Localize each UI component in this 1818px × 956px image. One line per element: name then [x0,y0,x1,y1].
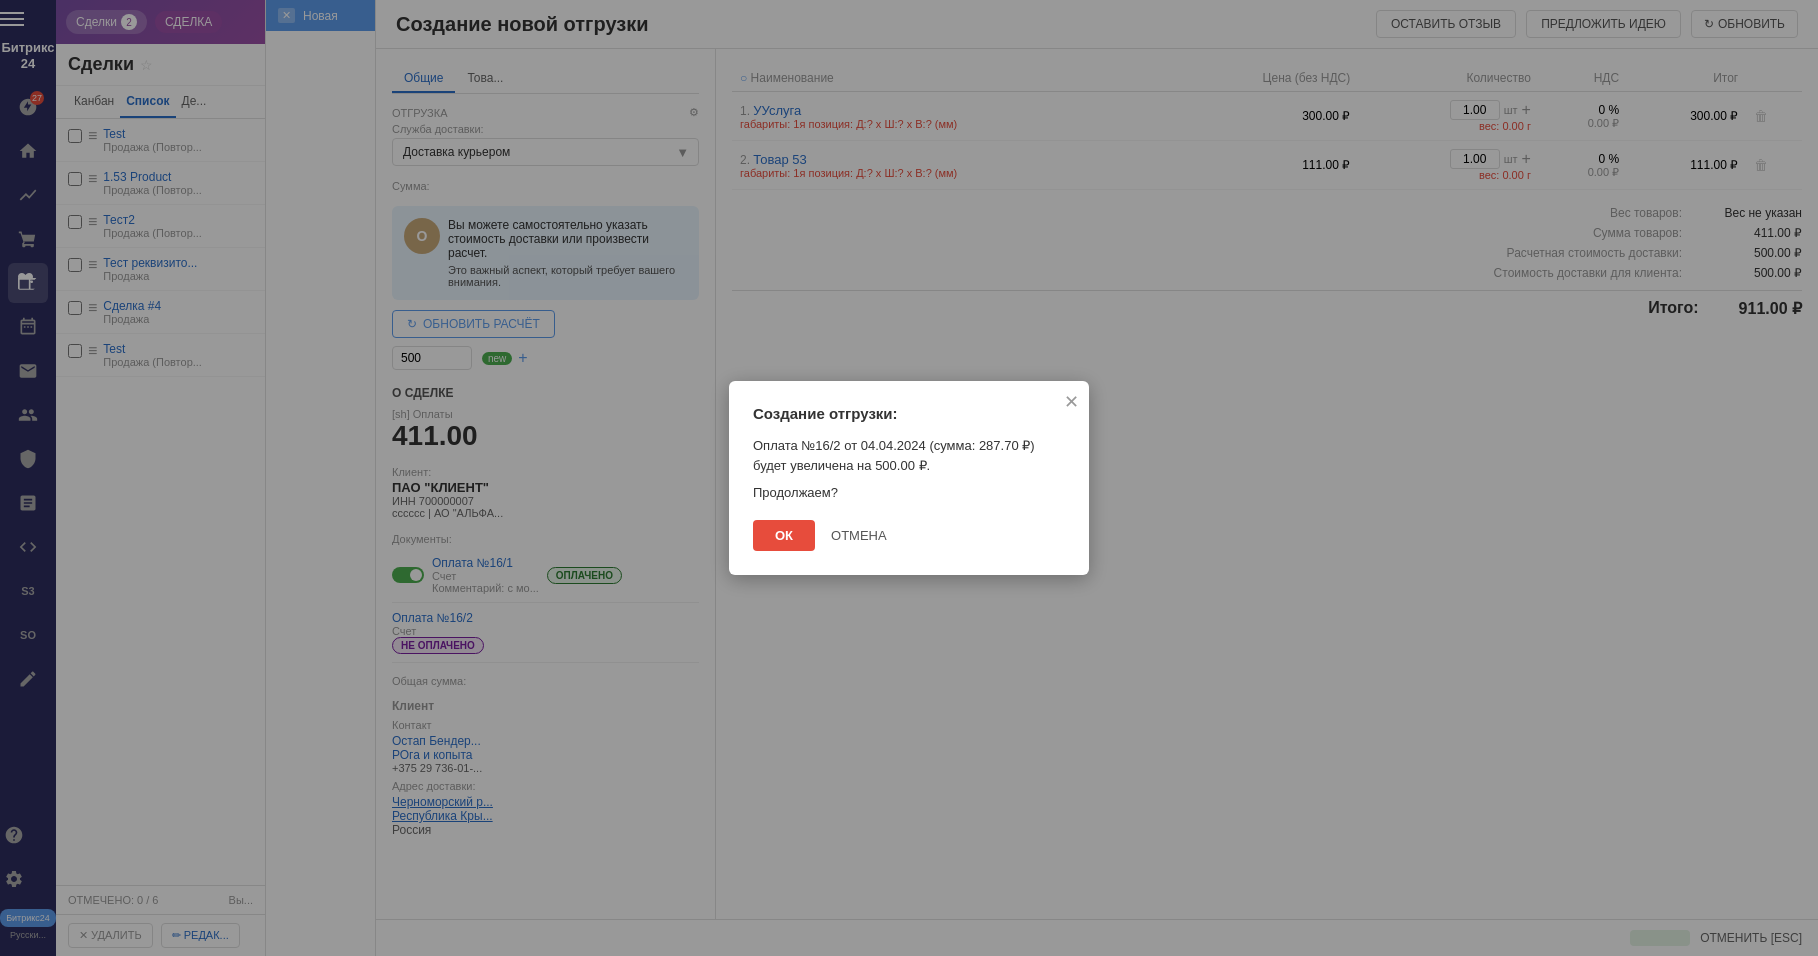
modal-overlay[interactable]: ✕ Создание отгрузки: Оплата №16/2 от 04.… [0,0,1818,956]
modal-title: Создание отгрузки: [753,405,1065,422]
modal-cancel-button[interactable]: ОТМЕНА [827,520,891,551]
modal-close-button[interactable]: ✕ [1064,391,1079,413]
modal-question: Продолжаем? [753,485,1065,500]
modal-dialog: ✕ Создание отгрузки: Оплата №16/2 от 04.… [729,381,1089,575]
modal-ok-button[interactable]: ОК [753,520,815,551]
modal-actions: ОК ОТМЕНА [753,520,1065,551]
modal-body: Оплата №16/2 от 04.04.2024 (сумма: 287.7… [753,436,1065,475]
